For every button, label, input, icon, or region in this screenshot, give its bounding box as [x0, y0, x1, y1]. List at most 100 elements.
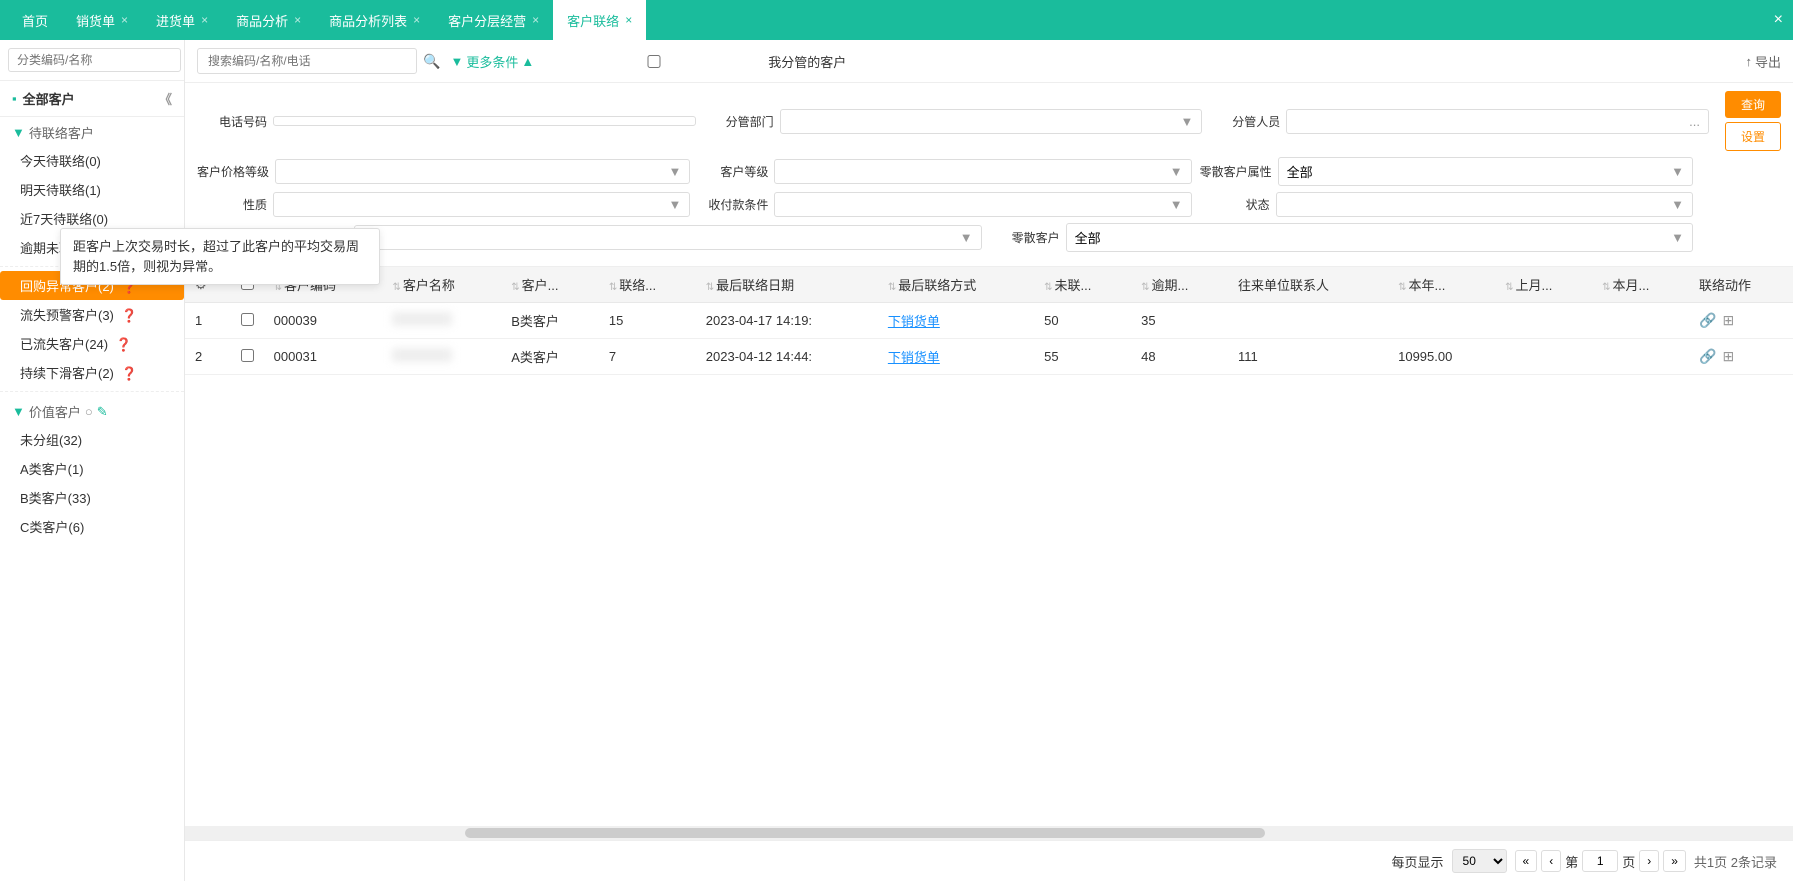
person-input[interactable]: ...	[1286, 109, 1709, 134]
col-last-way[interactable]: 最后联络方式	[878, 267, 1034, 303]
pending-group-label[interactable]: ▼ 待联络客户	[0, 117, 184, 146]
first-page-btn[interactable]: «	[1515, 850, 1538, 872]
filter-row-3: 性质 ▼ 收付款条件 ▼ 状态 ▼	[197, 192, 1781, 217]
sidebar-all-customers-title[interactable]: ▪ 全部客户 《	[0, 81, 184, 117]
close-tab-product-list[interactable]: ×	[413, 13, 420, 27]
row2-no: 2	[185, 339, 231, 375]
my-customers-check[interactable]	[544, 55, 764, 68]
col-this-month[interactable]: 本月...	[1592, 267, 1689, 303]
col-overdue-label: 逾期...	[1151, 278, 1188, 293]
sidebar-item-c-class[interactable]: C类客户(6)	[0, 512, 184, 541]
last-page-btn[interactable]: »	[1663, 850, 1686, 872]
sidebar-item-lost[interactable]: 已流失客户(24) ❓	[0, 329, 184, 358]
retail-customer-input[interactable]: 全部 ▼	[1066, 223, 1693, 252]
next-page-btn[interactable]: ›	[1639, 850, 1659, 872]
row1-name	[382, 303, 501, 339]
col-contact[interactable]: 联络...	[599, 267, 696, 303]
row2-checkbox[interactable]	[231, 339, 264, 375]
col-uncontacted[interactable]: 未联...	[1034, 267, 1131, 303]
more-conditions-btn[interactable]: ▼ 更多条件 ▲	[450, 52, 534, 71]
col-last-month[interactable]: 上月...	[1495, 267, 1592, 303]
search-icon-btn[interactable]: 🔍	[423, 53, 440, 70]
settings-button[interactable]: 设置	[1725, 122, 1781, 151]
tab-customer-tier[interactable]: 客户分层经营 ×	[434, 0, 553, 40]
col-actions: 联络动作	[1689, 267, 1793, 303]
col-overdue[interactable]: 逾期...	[1131, 267, 1228, 303]
row1-grid-icon[interactable]: ⊞	[1722, 312, 1734, 329]
row2-link-icon[interactable]: 🔗	[1699, 348, 1716, 365]
per-page-select[interactable]: 50 100 200	[1452, 849, 1507, 873]
declining-icon: ❓	[121, 366, 137, 381]
close-tab-customer-tier[interactable]: ×	[532, 13, 539, 27]
export-label: 导出	[1755, 52, 1781, 71]
sidebar-item-ungroups[interactable]: 未分组(32)	[0, 425, 184, 454]
tab-purchase[interactable]: 进货单 ×	[142, 0, 222, 40]
pay-condition-arrow-icon: ▼	[1170, 197, 1183, 212]
scroll-thumb[interactable]	[465, 828, 1265, 838]
status-input[interactable]: ▼	[1276, 192, 1693, 217]
tab-home[interactable]: 首页	[8, 0, 62, 40]
tab-customer-contact[interactable]: 客户联络 ×	[553, 0, 646, 40]
row2-select[interactable]	[241, 349, 254, 362]
search-input[interactable]	[197, 48, 417, 74]
phone-input[interactable]	[273, 116, 696, 126]
lost-warning-label: 流失预警客户(3)	[20, 308, 114, 323]
sidebar-item-lost-warning[interactable]: 流失预警客户(3) ❓	[0, 300, 184, 329]
tab-product-list[interactable]: 商品分析列表 ×	[315, 0, 434, 40]
close-tab-customer-contact[interactable]: ×	[625, 13, 632, 27]
circle-icon[interactable]: ○	[85, 404, 93, 419]
prev-page-btn[interactable]: ‹	[1541, 850, 1561, 872]
sidebar-search-input[interactable]	[8, 48, 181, 72]
col-level[interactable]: 客户...	[501, 267, 599, 303]
sidebar-item-today[interactable]: 今天待联络(0)	[0, 146, 184, 175]
dept-input[interactable]: ▼	[780, 109, 1203, 134]
query-button[interactable]: 查询	[1725, 91, 1781, 118]
col-this-year[interactable]: 本年...	[1388, 267, 1495, 303]
col-last-date-label: 最后联络日期	[716, 278, 794, 293]
row1-checkbox[interactable]	[231, 303, 264, 339]
col-last-date[interactable]: 最后联络日期	[696, 267, 878, 303]
tab-product-analysis[interactable]: 商品分析 ×	[222, 0, 315, 40]
gender-input[interactable]: ▼	[273, 192, 690, 217]
filter-actions: 查询 设置	[1725, 91, 1781, 151]
tab-sales[interactable]: 销货单 ×	[62, 0, 142, 40]
page-input[interactable]	[1582, 850, 1618, 872]
sidebar-item-tomorrow[interactable]: 明天待联络(1)	[0, 175, 184, 204]
row2-grid-icon[interactable]: ⊞	[1722, 348, 1734, 365]
horizontal-scrollbar[interactable]	[185, 826, 1793, 840]
close-tab-sales[interactable]: ×	[121, 13, 128, 27]
retail-attr-input[interactable]: 全部 ▼	[1278, 157, 1693, 186]
table-container: ⚙ 客户编码 客户名称 客户... 联络... 最后联络日期 最后联络方式 未联…	[185, 267, 1793, 826]
page-suffix-label: 页	[1622, 852, 1635, 871]
row1-link-icon[interactable]: 🔗	[1699, 312, 1716, 329]
close-tab-product-analysis[interactable]: ×	[294, 13, 301, 27]
row1-last-way[interactable]: 下销货单	[878, 303, 1034, 339]
my-customers-checkbox[interactable]: 我分管的客户	[544, 52, 846, 71]
retail-customer-arrow-icon: ▼	[1671, 230, 1684, 245]
row1-overdue: 35	[1131, 303, 1228, 339]
col-contacts[interactable]: 往来单位联系人	[1228, 267, 1388, 303]
collapse-sidebar-icon[interactable]: 《	[159, 89, 172, 108]
sidebar-item-b-class[interactable]: B类客户(33)	[0, 483, 184, 512]
sidebar-item-a-class[interactable]: A类客户(1)	[0, 454, 184, 483]
status-arrow-icon: ▼	[1671, 197, 1684, 212]
col-name[interactable]: 客户名称	[382, 267, 501, 303]
pay-condition-input[interactable]: ▼	[774, 192, 1191, 217]
row1-code: 000039	[264, 303, 383, 339]
sidebar: 🔍 ▪ 全部客户 《 ▼ 待联络客户 今天待联络(0) 明天待联络(1) 近7天…	[0, 40, 185, 881]
export-btn[interactable]: ↑ 导出	[1745, 52, 1781, 71]
row1-select[interactable]	[241, 313, 254, 326]
col-this-year-label: 本年...	[1409, 278, 1446, 293]
sidebar-item-declining[interactable]: 持续下滑客户(2) ❓	[0, 358, 184, 387]
window-close-button[interactable]: ×	[1774, 11, 1783, 29]
close-tab-purchase[interactable]: ×	[201, 13, 208, 27]
my-customers-label: 我分管的客户	[768, 52, 846, 71]
tab-product-analysis-label: 商品分析	[236, 11, 288, 30]
price-level-input[interactable]: ▼	[275, 159, 690, 184]
row1-this-year	[1388, 303, 1495, 339]
edit-icon[interactable]: ✎	[97, 404, 108, 420]
customer-level-input[interactable]: ▼	[774, 159, 1191, 184]
page-prefix-label: 第	[1565, 852, 1578, 871]
row2-last-way[interactable]: 下销货单	[878, 339, 1034, 375]
customer-type-input[interactable]: ▼	[354, 225, 981, 250]
